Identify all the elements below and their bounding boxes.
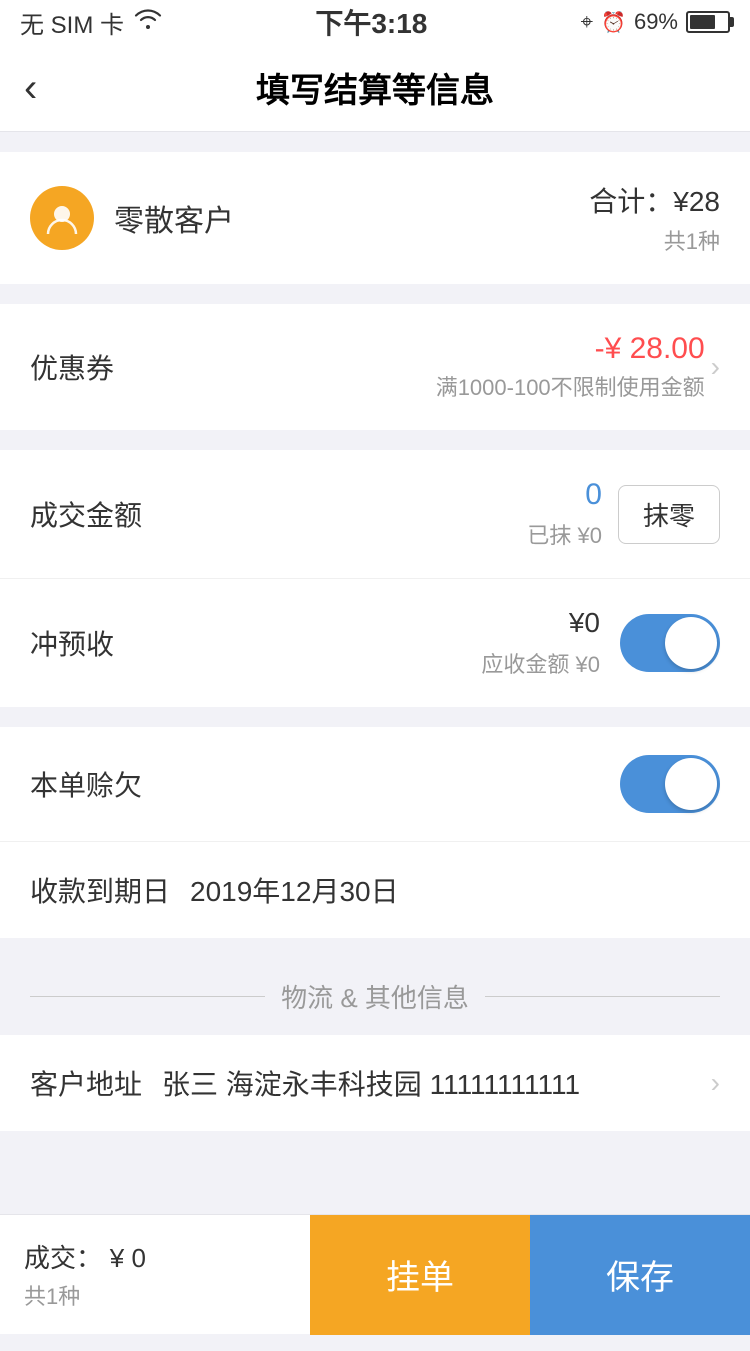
nav-bar: ‹ 填写结算等信息 — [0, 44, 750, 132]
logistics-line-left — [30, 996, 265, 997]
deal-amount-label: 成交金额 — [30, 494, 527, 534]
debt-label: 本单赊欠 — [30, 764, 600, 804]
back-button[interactable]: ‹ — [24, 68, 37, 108]
address-card: 客户地址 张三 海淀永丰科技园 11111111111 › — [0, 1035, 750, 1131]
deal-amount-wrap: 0 已抹 ¥0 — [527, 478, 602, 550]
pre-receive-right: ¥0 应收金额 ¥0 — [481, 607, 600, 679]
logistics-line-right — [485, 996, 720, 997]
due-date-row: 收款到期日 2019年12月30日 — [0, 842, 750, 938]
pre-receive-toggle[interactable] — [620, 614, 720, 672]
coupon-description: 满1000-100不限制使用金额 — [436, 370, 705, 402]
debt-toggle[interactable] — [620, 755, 720, 813]
customer-row: 零散客户 合计：¥28 共1种 — [0, 152, 750, 284]
toggle-knob — [665, 617, 717, 669]
customer-name: 零散客户 — [114, 196, 589, 240]
bottom-count: 共1种 — [24, 1279, 286, 1311]
coupon-label: 优惠券 — [30, 347, 436, 387]
customer-total: 合计：¥28 共1种 — [589, 180, 720, 256]
coupon-discount: -¥ 28.00 — [595, 332, 705, 366]
round-button[interactable]: 抹零 — [618, 485, 720, 544]
battery-icon — [686, 11, 730, 33]
pre-receive-label: 冲预收 — [30, 623, 481, 663]
carrier-label: 无 SIM 卡 — [20, 5, 124, 40]
time-label: 下午3:18 — [315, 2, 427, 42]
due-date-value: 2019年12月30日 — [190, 870, 399, 910]
due-date-label: 收款到期日 — [30, 870, 170, 910]
logistics-label: 物流 & 其他信息 — [281, 978, 469, 1015]
bottom-deal-amount: ¥ 0 — [110, 1243, 146, 1273]
bottom-info: 成交： ¥ 0 共1种 — [0, 1238, 310, 1311]
save-button[interactable]: 保存 — [530, 1215, 750, 1335]
deal-card: 成交金额 0 已抹 ¥0 抹零 冲预收 ¥0 应收金额 ¥0 — [0, 450, 750, 707]
customer-total-count: 共1种 — [589, 224, 720, 256]
page-title: 填写结算等信息 — [256, 63, 494, 112]
customer-card: 零散客户 合计：¥28 共1种 — [0, 152, 750, 284]
pre-receive-row: 冲预收 ¥0 应收金额 ¥0 — [0, 579, 750, 707]
wifi-icon — [134, 8, 162, 36]
address-label: 客户地址 — [30, 1063, 142, 1103]
address-row[interactable]: 客户地址 张三 海淀永丰科技园 11111111111 › — [0, 1035, 750, 1131]
bottom-deal-line: 成交： ¥ 0 — [24, 1238, 286, 1275]
chevron-right-icon: › — [711, 351, 720, 383]
debt-card: 本单赊欠 收款到期日 2019年12月30日 — [0, 727, 750, 938]
debt-toggle-knob — [665, 758, 717, 810]
alarm-icon: ⏰ — [601, 10, 626, 35]
coupon-card: 优惠券 -¥ 28.00 满1000-100不限制使用金额 › — [0, 304, 750, 430]
deal-amount-value[interactable]: 0 — [585, 478, 602, 512]
location-icon: ⌖ — [581, 9, 593, 35]
hang-button[interactable]: 挂单 — [310, 1215, 530, 1335]
coupon-right: -¥ 28.00 满1000-100不限制使用金额 — [436, 332, 705, 402]
address-value: 张三 海淀永丰科技园 11111111111 — [162, 1063, 705, 1103]
pre-receive-amount: ¥0 — [569, 607, 600, 639]
bottom-deal-label: 成交： — [24, 1243, 102, 1273]
customer-total-amount: 合计：¥28 — [589, 180, 720, 220]
status-left: 无 SIM 卡 — [20, 5, 162, 40]
address-chevron-icon: › — [711, 1067, 720, 1099]
status-right: ⌖ ⏰ 69% — [581, 9, 730, 35]
avatar — [30, 186, 94, 250]
logistics-header: 物流 & 其他信息 — [0, 958, 750, 1035]
battery-percent: 69% — [634, 9, 678, 35]
coupon-row[interactable]: 优惠券 -¥ 28.00 满1000-100不限制使用金额 › — [0, 304, 750, 430]
debt-row: 本单赊欠 — [0, 727, 750, 842]
deal-erased-label: 已抹 ¥0 — [527, 518, 602, 550]
status-bar: 无 SIM 卡 下午3:18 ⌖ ⏰ 69% — [0, 0, 750, 44]
bottom-bar: 成交： ¥ 0 共1种 挂单 保存 — [0, 1214, 750, 1334]
deal-amount-row: 成交金额 0 已抹 ¥0 抹零 — [0, 450, 750, 579]
pre-receivable-label: 应收金额 ¥0 — [481, 647, 600, 679]
